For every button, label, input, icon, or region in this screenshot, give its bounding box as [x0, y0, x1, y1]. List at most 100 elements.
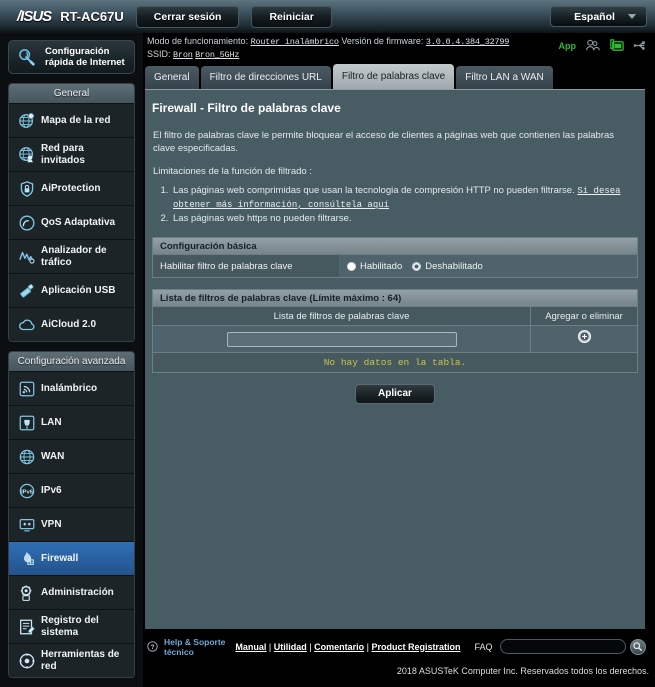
status-icon-group: App — [559, 38, 649, 53]
sidebar-item-network-map[interactable]: Mapa de la red — [9, 103, 134, 137]
system-log-icon — [13, 618, 41, 636]
mode-firmware-row: Modo de funcionamiento: Router inalámbri… — [147, 35, 509, 48]
usb-devices-monitor-icon[interactable] — [609, 38, 624, 53]
gauge-icon — [13, 214, 41, 232]
plus-circle-icon[interactable] — [577, 329, 592, 349]
ipv6-icon: IPv6 — [13, 482, 41, 500]
keyword-input[interactable] — [226, 332, 457, 348]
keyword-filter-list-title: Lista de filtros de palabras clave (Lími… — [153, 290, 637, 306]
tab-lan-to-wan-filter[interactable]: Filtro LAN a WAN — [456, 66, 553, 89]
sidebar-group-general: General Mapa de la red Red para invitado… — [8, 83, 135, 342]
sidebar-item-traffic-analyzer[interactable]: Analizador de tráfico — [9, 239, 134, 273]
help-question-icon: ? — [147, 641, 158, 652]
sidebar-item-aiprotection[interactable]: AiProtection — [9, 171, 134, 205]
usb-icon[interactable] — [633, 38, 648, 53]
sidebar-item-guest-network[interactable]: Red para invitados — [9, 137, 134, 171]
copyright-text: 2018 ASUSTeK Computer Inc. Reservados to… — [396, 666, 649, 676]
footer-links: Manual | Utilidad | Comentario | Product… — [235, 641, 461, 652]
comment-link[interactable]: Comentario — [314, 642, 364, 652]
firmware-value-link[interactable]: 3.0.0.4.384_32799 — [426, 37, 510, 47]
wireless-icon — [13, 380, 41, 398]
sidebar-item-label: Herramientas de red — [41, 649, 120, 672]
lan-icon — [13, 414, 41, 432]
sidebar-item-firewall[interactable]: Firewall — [9, 541, 134, 575]
no-data-message: No hay datos en la tabla. — [153, 351, 637, 372]
help-line-1: Help & Soporte — [164, 636, 226, 647]
cloud-icon — [13, 316, 41, 334]
clients-users-icon[interactable] — [585, 38, 600, 53]
radio-enabled-icon[interactable] — [347, 261, 356, 271]
sidebar-item-administration[interactable]: Administración — [9, 575, 134, 609]
sidebar-item-system-log[interactable]: Registro del sistema — [9, 609, 134, 643]
app-icon[interactable]: App — [559, 41, 577, 51]
apply-button-wrap: Aplicar — [145, 383, 645, 404]
manual-link[interactable]: Manual — [235, 642, 266, 652]
language-selector[interactable]: Español — [550, 6, 647, 27]
sidebar-group-advanced: Configuración avanzada Inalámbrico LAN W… — [8, 351, 135, 678]
sidebar-item-label: QoS Adaptativa — [41, 216, 116, 228]
page-title: Firewall - Filtro de palabras clave — [152, 101, 341, 115]
logout-button[interactable]: Cerrar sesión — [135, 5, 240, 28]
sidebar-item-wireless[interactable]: Inalámbrico — [9, 371, 134, 405]
sidebar-item-label: AiProtection — [41, 182, 101, 194]
firmware-label: Versión de firmware: — [341, 36, 424, 46]
reboot-button[interactable]: Reiniciar — [251, 5, 332, 28]
faq-search-input[interactable] — [499, 639, 626, 654]
apply-button[interactable]: Aplicar — [355, 383, 435, 404]
top-bar: /ISUS RT-AC67U Cerrar sesión Reiniciar E… — [0, 0, 655, 33]
enable-keyword-filter-row: Habilitar filtro de palabras clave Habil… — [153, 254, 637, 277]
shield-icon — [13, 180, 41, 198]
list-item: Las páginas web https no pueden filtrars… — [171, 212, 645, 226]
keyword-filter-list-section: Lista de filtros de palabras clave (Lími… — [152, 289, 638, 373]
sidebar-item-wan[interactable]: WAN — [9, 439, 134, 473]
sidebar-item-label: LAN — [41, 416, 62, 428]
faq-label: FAQ — [474, 641, 493, 652]
search-icon — [633, 642, 643, 652]
sidebar-item-ipv6[interactable]: IPv6 IPv6 — [9, 473, 134, 507]
tab-general[interactable]: General — [145, 66, 199, 89]
svg-text:?: ? — [151, 644, 155, 651]
mode-value-link[interactable]: Router inalámbrico — [251, 37, 339, 47]
traffic-analyzer-icon — [13, 248, 41, 266]
ssid-24ghz-link[interactable]: Bron — [173, 50, 193, 60]
sidebar-item-vpn[interactable]: VPN — [9, 507, 134, 541]
network-tools-icon — [13, 652, 41, 670]
sidebar-item-label: Red para invitados — [41, 143, 85, 166]
sidebar-item-network-tools[interactable]: Herramientas de red — [9, 643, 134, 677]
table-header-row: Lista de filtros de palabras clave Agreg… — [153, 306, 637, 326]
sidebar-item-label: WAN — [41, 450, 65, 462]
page-description: El filtro de palabras clave le permite b… — [153, 130, 615, 154]
sidebar-item-quick-setup[interactable]: Configuración rápida de Internet — [8, 40, 135, 74]
radio-option-enabled[interactable]: Habilitado — [347, 261, 402, 272]
keyword-input-cell — [153, 325, 531, 352]
sidebar-item-label: Mapa de la red — [41, 114, 111, 126]
sidebar-item-lan[interactable]: LAN — [9, 405, 134, 439]
faq-search-button[interactable] — [629, 638, 646, 655]
sidebar-item-aicloud[interactable]: AiCloud 2.0 — [9, 307, 134, 341]
wan-globe-icon — [13, 448, 41, 466]
enable-keyword-filter-label: Habilitar filtro de palabras clave — [153, 255, 339, 277]
sidebar-item-label: Firewall — [41, 552, 79, 564]
radio-option-disabled[interactable]: Deshabilitado — [412, 261, 483, 272]
sidebar-item-label: Aplicación USB — [41, 284, 116, 296]
tab-url-filter[interactable]: Filtro de direcciones URL — [200, 66, 331, 89]
tab-keyword-filter[interactable]: Filtro de palabras clave — [332, 64, 455, 89]
ssid-5ghz-link[interactable]: Bron_5GHz — [195, 50, 239, 60]
limitations-list: Las páginas web comprimidas que usan la … — [171, 184, 645, 226]
help-support-label[interactable]: Help & Soporte técnico — [164, 637, 225, 657]
sidebar-item-adaptive-qos[interactable]: QoS Adaptativa — [9, 205, 134, 239]
product-registration-link[interactable]: Product Registration — [371, 642, 460, 652]
utility-link[interactable]: Utilidad — [274, 642, 307, 652]
language-label: Español — [574, 10, 615, 23]
network-map-icon — [13, 112, 41, 130]
mode-label: Modo de funcionamiento: — [147, 36, 249, 46]
quick-setup-icon — [14, 48, 40, 67]
sidebar: Configuración rápida de Internet General… — [0, 33, 143, 687]
sidebar-item-usb-application[interactable]: Aplicación USB — [9, 273, 134, 307]
radio-enabled-label: Habilitado — [360, 260, 403, 272]
ssid-row: SSID: Bron Bron_5GHz — [147, 48, 509, 61]
radio-disabled-icon[interactable] — [412, 261, 422, 271]
router-info: Modo de funcionamiento: Router inalámbri… — [147, 35, 509, 61]
column-header-keyword-list: Lista de filtros de palabras clave — [153, 306, 531, 326]
sidebar-item-label: VPN — [41, 518, 62, 530]
